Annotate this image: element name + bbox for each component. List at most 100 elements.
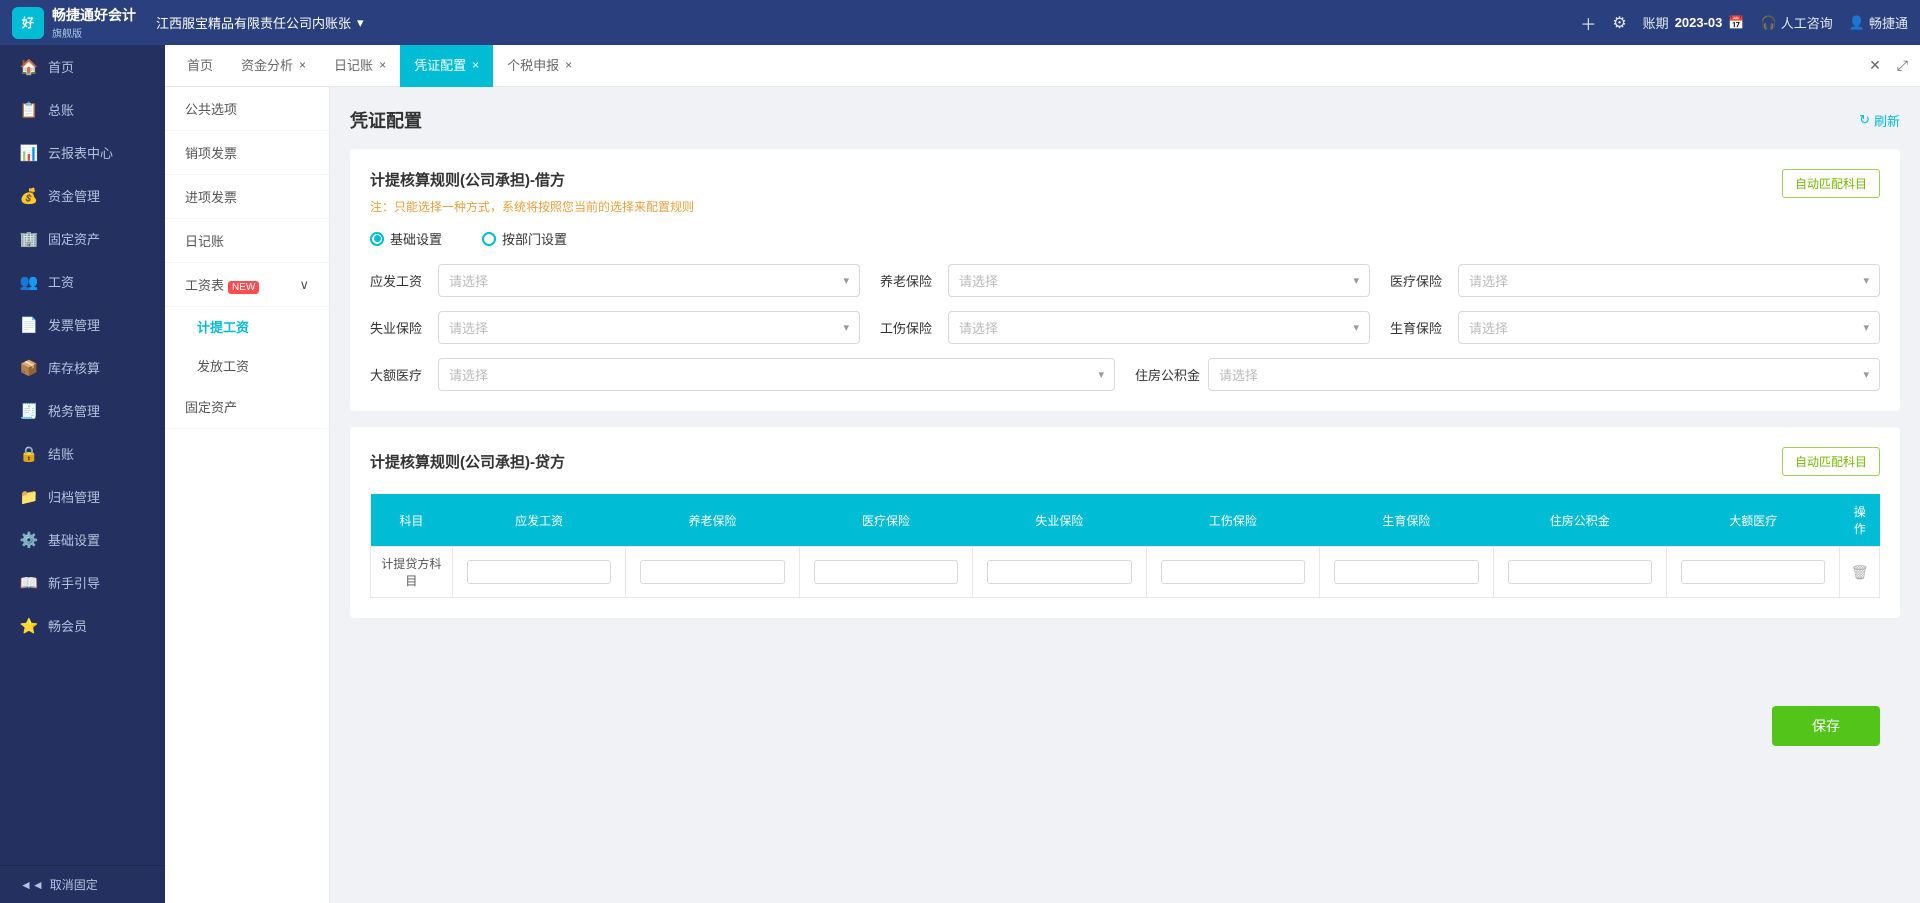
sidebar-item-guide[interactable]: 📖 新手引导 <box>0 561 165 604</box>
chevron-yanglao-icon: ▾ <box>1353 274 1359 287</box>
delete-icon[interactable]: 🗑 <box>1851 564 1869 580</box>
select-yiliao[interactable]: 请选择 ▾ <box>1458 264 1880 297</box>
sidebar-item-salary[interactable]: 👥 工资 <box>0 260 165 303</box>
arrow-left-icon: ◄◄ <box>20 878 44 892</box>
select-dae-yiliao[interactable]: 请选择 ▾ <box>438 358 1115 391</box>
tab-expand-btn[interactable]: ⤢ <box>1893 53 1912 78</box>
tab-funds-close[interactable]: × <box>299 58 306 72</box>
sidebar-item-close[interactable]: 🔒 结账 <box>0 432 165 475</box>
lm-payroll-label: 工资表NEW <box>185 275 259 294</box>
lm-purchase[interactable]: 进项发票 <box>165 175 329 219</box>
tab-tax[interactable]: 个税申报 × <box>493 45 586 87</box>
debit-form-row1: 应发工资 请选择 ▾ 养老保险 请选择 <box>370 264 1880 297</box>
tab-funds-label: 资金分析 <box>241 55 293 74</box>
radio-basic[interactable]: 基础设置 <box>370 229 442 248</box>
input-shiye[interactable] <box>987 560 1131 584</box>
input-yiliao[interactable] <box>814 560 958 584</box>
select-shengyu[interactable]: 请选择 ▾ <box>1458 311 1880 344</box>
lm-accrual[interactable]: 计提工资 <box>165 307 329 346</box>
tab-voucher-close[interactable]: × <box>472 58 479 72</box>
select-gongshang[interactable]: 请选择 ▾ <box>948 311 1370 344</box>
sidebar-item-label: 工资 <box>48 272 74 291</box>
col-yingfa: 应发工资 <box>452 494 625 547</box>
sidebar-item-inventory[interactable]: 📦 库存核算 <box>0 346 165 389</box>
refresh-icon: ↻ <box>1859 112 1870 128</box>
cell-yingfa <box>452 547 625 598</box>
label-zhufang: 住房公积金 <box>1135 365 1200 384</box>
col-shiye: 失业保险 <box>973 494 1146 547</box>
sidebar-item-assets[interactable]: 🏢 固定资产 <box>0 217 165 260</box>
calendar-icon[interactable]: 📅 <box>1728 15 1744 31</box>
sidebar-item-basic[interactable]: ⚙️ 基础设置 <box>0 518 165 561</box>
input-yingfa[interactable] <box>467 560 611 584</box>
tab-journal[interactable]: 日记账 × <box>320 45 400 87</box>
sidebar-item-reports[interactable]: 📊 云报表中心 <box>0 131 165 174</box>
tab-journal-close[interactable]: × <box>379 58 386 72</box>
select-yanglao[interactable]: 请选择 ▾ <box>948 264 1370 297</box>
tab-voucher-config[interactable]: 凭证配置 × <box>400 45 493 87</box>
debit-form-row2: 失业保险 请选择 ▾ 工伤保险 请选择 <box>370 311 1880 344</box>
settings-icon[interactable]: ⚙ <box>1612 13 1626 33</box>
sidebar-item-archive[interactable]: 📁 归档管理 <box>0 475 165 518</box>
select-yingfa[interactable]: 请选择 ▾ <box>438 264 860 297</box>
col-yiliao: 医疗保险 <box>799 494 972 547</box>
lm-public[interactable]: 公共选项 <box>165 87 329 131</box>
input-gongshang[interactable] <box>1161 560 1305 584</box>
sidebar-item-tax[interactable]: 🧾 税务管理 <box>0 389 165 432</box>
input-yanglao[interactable] <box>640 560 784 584</box>
cancel-fixed-button[interactable]: ◄◄ 取消固定 <box>0 865 165 903</box>
lm-journal-label: 日记账 <box>185 234 224 249</box>
lm-payout[interactable]: 发放工资 <box>165 346 329 385</box>
sidebar-item-label: 基础设置 <box>48 530 100 549</box>
auto-match-credit-button[interactable]: 自动匹配科目 <box>1782 447 1880 476</box>
chevron-yingfa-icon: ▾ <box>843 274 849 287</box>
input-dae[interactable] <box>1681 560 1825 584</box>
user-area[interactable]: 👤 畅捷通 <box>1849 13 1908 32</box>
refresh-button[interactable]: ↻ 刷新 <box>1859 111 1900 130</box>
page-content: 公共选项 销项发票 进项发票 日记账 工资表NEW ∨ <box>165 87 1920 903</box>
select-zhufang[interactable]: 请选择 ▾ <box>1208 358 1880 391</box>
save-button[interactable]: 保存 <box>1772 706 1880 746</box>
tab-tax-close[interactable]: × <box>565 58 572 72</box>
chart-icon: 📊 <box>20 144 38 162</box>
top-actions: ＋ ⚙ 账期 2023-03 📅 🎧 人工咨询 👤 畅捷通 <box>1580 11 1908 35</box>
select-yiliao-placeholder: 请选择 <box>1469 271 1508 290</box>
input-zhufang[interactable] <box>1508 560 1652 584</box>
tab-funds[interactable]: 资金分析 × <box>227 45 320 87</box>
sidebar-item-label: 归档管理 <box>48 487 100 506</box>
label-yingfa: 应发工资 <box>370 271 430 290</box>
invoice-icon: 📄 <box>20 316 38 334</box>
label-yiliao: 医疗保险 <box>1390 271 1450 290</box>
input-shengyu[interactable] <box>1334 560 1478 584</box>
radio-dept[interactable]: 按部门设置 <box>482 229 567 248</box>
lm-journal[interactable]: 日记账 <box>165 219 329 263</box>
company-selector[interactable]: 江西服宝精品有限责任公司内账张 ▾ <box>156 13 364 32</box>
money-icon: 💰 <box>20 187 38 205</box>
cell-action: 🗑 <box>1840 547 1880 598</box>
refresh-label: 刷新 <box>1874 111 1900 130</box>
sidebar-item-home[interactable]: 🏠 首页 <box>0 45 165 88</box>
lm-sales[interactable]: 销项发票 <box>165 131 329 175</box>
tab-home[interactable]: 首页 <box>173 45 227 87</box>
sidebar-item-label: 发票管理 <box>48 315 100 334</box>
select-shiye[interactable]: 请选择 ▾ <box>438 311 860 344</box>
star-icon: ⭐ <box>20 617 38 635</box>
consult-button[interactable]: 🎧 人工咨询 <box>1761 13 1833 32</box>
user-name: 畅捷通 <box>1869 13 1908 32</box>
sidebar-item-funds[interactable]: 💰 资金管理 <box>0 174 165 217</box>
lm-fixed-assets-label: 固定资产 <box>185 400 237 415</box>
content-area: 首页 资金分析 × 日记账 × 凭证配置 × 个税申报 × <box>165 45 1920 903</box>
label-gongshang: 工伤保险 <box>880 318 940 337</box>
sidebar-item-member[interactable]: ⭐ 畅会员 <box>0 604 165 647</box>
lm-payroll-table[interactable]: 工资表NEW ∨ <box>165 263 329 307</box>
label-shengyu: 生育保险 <box>1390 318 1450 337</box>
add-button[interactable]: ＋ <box>1580 11 1596 35</box>
tab-tax-label: 个税申报 <box>507 55 559 74</box>
auto-match-debit-button[interactable]: 自动匹配科目 <box>1782 169 1880 198</box>
tab-close-btn[interactable]: ✕ <box>1865 53 1885 78</box>
sidebar-item-general[interactable]: 📋 总账 <box>0 88 165 131</box>
lm-fixed-assets[interactable]: 固定资产 <box>165 385 329 429</box>
sidebar-item-invoice[interactable]: 📄 发票管理 <box>0 303 165 346</box>
lm-accrual-label: 计提工资 <box>197 320 249 335</box>
field-yingfa: 应发工资 请选择 ▾ <box>370 264 860 297</box>
